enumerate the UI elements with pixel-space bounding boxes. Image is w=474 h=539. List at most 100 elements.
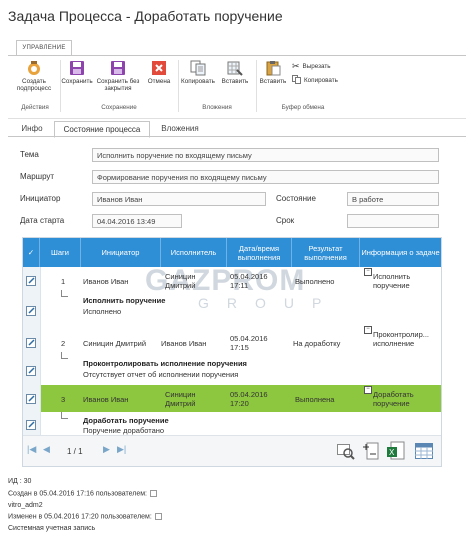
- row1-detail-title: Исполнить поручение: [83, 296, 166, 305]
- group-attachments-label: Вложения: [202, 104, 232, 111]
- save-button[interactable]: Сохранить: [60, 60, 94, 85]
- route-field[interactable]: Формирование поручения по входящему пись…: [92, 170, 439, 184]
- tab-attachments[interactable]: Вложения: [152, 121, 208, 136]
- row1-result: Выполнено: [295, 277, 335, 286]
- start-date-field[interactable]: 04.04.2016 13:49: [92, 214, 182, 228]
- row1-step: 1: [61, 277, 66, 286]
- record-id: ИД : 30: [8, 478, 32, 485]
- prev-page-icon[interactable]: ◀: [43, 444, 50, 455]
- row3-step: 3: [61, 395, 66, 404]
- grid-pager: |◀ ◀ 1 / 1 ▶ ▶| X: [23, 435, 441, 466]
- created-user-checkbox[interactable]: [150, 490, 158, 497]
- zoom-icon[interactable]: [337, 444, 355, 460]
- created-info: Создан в 05.04.2016 17:16 пользователем:: [8, 490, 158, 498]
- ribbon: Создать подпроцесс Сохранить Сохранить б…: [8, 55, 466, 119]
- close-icon: [151, 60, 167, 76]
- row2-detail-title: Проконтролировать исполнение поручения: [83, 359, 247, 368]
- row2-info: Проконтролир... исполнение: [373, 330, 430, 348]
- header-executor[interactable]: Исполнитель: [161, 238, 227, 267]
- save-no-close-label: Сохранить без закрытия: [96, 78, 140, 92]
- add-remove-icon[interactable]: [363, 442, 379, 460]
- edit-icon[interactable]: [26, 306, 37, 316]
- theme-field[interactable]: Исполнить поручение по входящему письму: [92, 148, 439, 162]
- header-datetime[interactable]: Дата/время выполнения: [227, 238, 292, 267]
- last-page-icon[interactable]: ▶|: [117, 444, 126, 455]
- next-page-icon[interactable]: ▶: [103, 444, 110, 455]
- state-field[interactable]: В работе: [347, 192, 439, 206]
- tree-connector: [61, 290, 68, 297]
- created-line: Создан в 05.04.2016 17:16 пользователем:: [8, 490, 148, 498]
- row1-executor: Синицин Дмитрий: [165, 272, 196, 290]
- modified-user-checkbox[interactable]: [154, 513, 162, 520]
- paste-attachment-label: Вставить: [221, 78, 249, 85]
- header-steps[interactable]: Шаги: [40, 238, 81, 267]
- header-info[interactable]: Информация о задаче: [360, 238, 441, 267]
- grid-header: ✓ Шаги Инициатор Исполнитель Дата/время …: [23, 238, 441, 267]
- row1-collapse-toggle[interactable]: −: [364, 268, 372, 276]
- window-title: Задача Процесса - Доработать поручение: [8, 8, 283, 24]
- row3-detail-title: Доработать поручение: [83, 416, 169, 425]
- row2-executor: Иванов Иван: [161, 339, 207, 348]
- ribbon-tab-manage[interactable]: УПРАВЛЕНИЕ: [16, 40, 72, 56]
- term-field[interactable]: [347, 214, 439, 228]
- group-clipboard-label: Буфер обмена: [281, 104, 325, 111]
- modified-user: Системная учетная запись: [8, 525, 96, 532]
- floppy-icon: [110, 60, 126, 76]
- tab-info[interactable]: Инфо: [14, 121, 50, 136]
- row-selector-column: [23, 267, 41, 435]
- tree-connector: [61, 352, 68, 359]
- header-result[interactable]: Результат выполнения: [292, 238, 360, 267]
- group-saving-label: Сохранение: [101, 104, 137, 111]
- initiator-field[interactable]: Иванов Иван: [92, 192, 266, 206]
- page-indicator: 1 / 1: [67, 447, 83, 456]
- table-settings-icon[interactable]: [415, 443, 433, 459]
- paste-attachment-button[interactable]: Вставить: [218, 60, 252, 85]
- edit-icon[interactable]: [26, 420, 37, 430]
- copy-label: Копировать: [181, 78, 215, 85]
- edit-icon[interactable]: [26, 366, 37, 376]
- create-subprocess-button[interactable]: Создать подпроцесс: [12, 60, 56, 92]
- row1-info: Исполнить поручение: [373, 272, 411, 290]
- paste-label: Вставить: [259, 78, 287, 85]
- row1-date: 05.04.2016 17:11: [230, 272, 268, 290]
- header-check[interactable]: ✓: [23, 238, 40, 267]
- paste-button[interactable]: Вставить: [256, 60, 290, 85]
- created-user: vitro_adm2: [8, 502, 43, 509]
- process-steps-grid: ✓ Шаги Инициатор Исполнитель Дата/время …: [22, 237, 442, 467]
- group-actions-label: Действия: [21, 104, 49, 111]
- edit-icon[interactable]: [26, 338, 37, 348]
- initiator-label: Инициатор: [20, 194, 61, 203]
- copy-icon: [190, 60, 206, 76]
- tree-connector: [61, 412, 68, 419]
- start-date-label: Дата старта: [20, 216, 65, 225]
- cancel-button[interactable]: Отмена: [144, 60, 174, 85]
- scissors-icon: ✂: [292, 61, 300, 71]
- floppy-icon: [69, 60, 85, 76]
- copy-attachment-button[interactable]: Копировать: [180, 60, 216, 85]
- row1-initiator: Иванов Иван: [83, 277, 129, 286]
- edit-icon[interactable]: [26, 394, 37, 404]
- svg-text:X: X: [389, 448, 395, 457]
- row3-initiator: Иванов Иван: [83, 395, 129, 404]
- modified-line: Изменен в 05.04.2016 17:20 пользователем…: [8, 513, 152, 521]
- save-no-close-button[interactable]: Сохранить без закрытия: [96, 60, 140, 92]
- header-initiator[interactable]: Инициатор: [81, 238, 161, 267]
- paste-grid-icon: [227, 60, 243, 76]
- state-label: Состояние: [276, 194, 316, 203]
- row2-result: На доработку: [293, 339, 341, 348]
- group-watermark: GROUP: [198, 295, 340, 311]
- cut-label: Вырезать: [302, 63, 331, 70]
- row3-collapse-toggle[interactable]: −: [364, 386, 372, 394]
- excel-icon[interactable]: X: [387, 441, 405, 461]
- row2-date: 05.04.2016 17:15: [230, 334, 268, 352]
- row3-result: Выполнена: [295, 395, 335, 404]
- row3-date: 05.04.2016 17:20: [230, 390, 268, 408]
- first-page-icon[interactable]: |◀: [27, 444, 36, 455]
- row2-collapse-toggle[interactable]: −: [364, 326, 372, 334]
- copy-button[interactable]: Копировать: [292, 75, 338, 86]
- term-label: Срок: [276, 216, 295, 225]
- edit-icon[interactable]: [26, 276, 37, 286]
- create-subprocess-label: Создать подпроцесс: [16, 78, 52, 92]
- row3-executor: Синицин Дмитрий: [165, 390, 196, 408]
- cut-button[interactable]: ✂ Вырезать: [292, 61, 331, 72]
